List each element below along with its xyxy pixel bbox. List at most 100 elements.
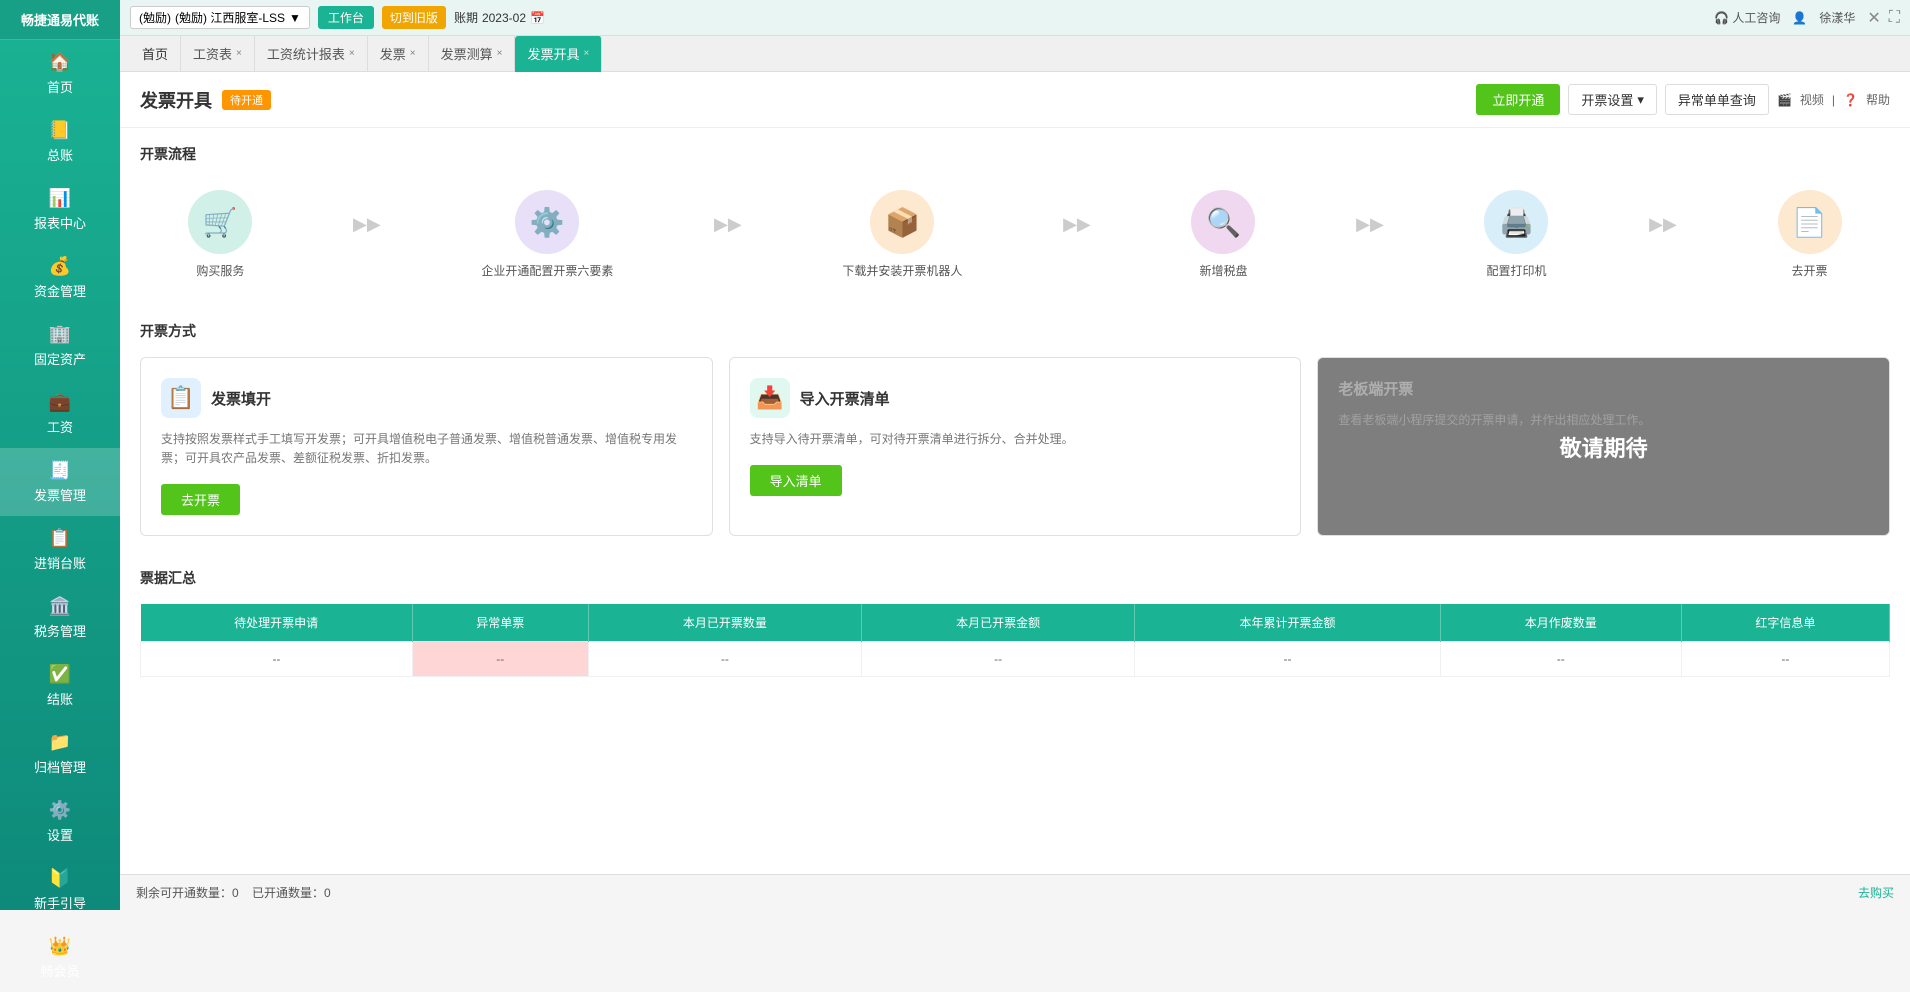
tab-invoice-calc[interactable]: 发票测算 × bbox=[429, 36, 516, 72]
topbar-right: 🎧 人工咨询 👤 徐漾华 ✕ ⛶ bbox=[1714, 8, 1900, 28]
flow-step-config[interactable]: ⚙️ 企业开通配置开票六要素 bbox=[481, 190, 613, 279]
sidebar-item-tax[interactable]: 🏛️ 税务管理 bbox=[0, 584, 120, 652]
sidebar-item-settings-label: 设置 bbox=[47, 825, 73, 844]
tab-salary-close[interactable]: × bbox=[236, 48, 242, 59]
company-selector[interactable]: (勉励) (勉励) 江西服室-LSS ▼ bbox=[130, 6, 310, 29]
methods-section: 开票方式 📋 发票填开 支持按照发票样式手工填写开发票；可开具增值税电子普通发票… bbox=[120, 305, 1910, 552]
flow-step-download[interactable]: 📦 下载并安装开票机器人 bbox=[842, 190, 962, 279]
cell-pending: -- bbox=[141, 642, 413, 677]
cell-month-count: -- bbox=[588, 642, 861, 677]
tab-invoice-calc-close[interactable]: × bbox=[497, 48, 503, 59]
maximize-icon[interactable]: ⛶ bbox=[1889, 9, 1900, 27]
guide-icon: 🔰 bbox=[49, 868, 71, 889]
video-icon: 🎬 bbox=[1777, 93, 1792, 107]
flow-step-config-label: 企业开通配置开票六要素 bbox=[481, 262, 613, 279]
support-link[interactable]: 🎧 人工咨询 bbox=[1714, 9, 1780, 26]
version-button[interactable]: 切到旧版 bbox=[382, 6, 446, 29]
tab-invoice-issue[interactable]: 发票开具 × bbox=[515, 36, 602, 72]
manual-issue-button[interactable]: 去开票 bbox=[161, 484, 240, 515]
flow-step-printer-icon: 🖨️ bbox=[1484, 190, 1548, 254]
sidebar-item-purchase[interactable]: 📋 进销台账 bbox=[0, 516, 120, 584]
flow-step-buy[interactable]: 🛒 购买服务 bbox=[188, 190, 252, 279]
methods-title: 开票方式 bbox=[140, 321, 1890, 341]
settings-button[interactable]: 开票设置 ▾ bbox=[1568, 84, 1657, 115]
summary-table: 待处理开票申请 异常单票 本月已开票数量 本月已开票金额 本年累计开票金额 本月… bbox=[140, 604, 1890, 677]
sidebar-item-guide[interactable]: 🔰 新手引导 bbox=[0, 856, 120, 924]
flow-step-printer-label: 配置打印机 bbox=[1486, 262, 1546, 279]
sidebar-item-salary-label: 工资 bbox=[47, 417, 73, 436]
sidebar-item-salary[interactable]: 💼 工资 bbox=[0, 380, 120, 448]
sidebar-item-invoice[interactable]: 🧾 发票管理 bbox=[0, 448, 120, 516]
method-card-manual[interactable]: 📋 发票填开 支持按照发票样式手工填写开发票；可开具增值税电子普通发票、增值税普… bbox=[140, 357, 713, 536]
tab-invoice[interactable]: 发票 × bbox=[368, 36, 429, 72]
flow-steps: 🛒 购买服务 ▶▶ ⚙️ 企业开通配置开票六要素 ▶▶ 📦 下载并安装开票机器人… bbox=[140, 180, 1890, 289]
open-now-button[interactable]: 立即开通 bbox=[1476, 84, 1560, 115]
import-list-button[interactable]: 导入清单 bbox=[750, 465, 842, 496]
cell-year-amount: -- bbox=[1135, 642, 1441, 677]
sidebar-item-reports[interactable]: 📊 报表中心 bbox=[0, 176, 120, 244]
sidebar-item-assets[interactable]: 🏢 固定资产 bbox=[0, 312, 120, 380]
method-card-boss: 老板端开票 查看老板端小程序提交的开票申请，并作出相应处理工作。 敬请期待 bbox=[1317, 357, 1890, 536]
flow-arrow-2: ▶▶ bbox=[714, 214, 742, 255]
abnormal-query-button[interactable]: 异常单单查询 bbox=[1665, 84, 1769, 115]
tab-home[interactable]: 首页 bbox=[130, 36, 181, 72]
sidebar-item-guide-label: 新手引导 bbox=[34, 893, 86, 912]
workspace-button[interactable]: 工作台 bbox=[318, 6, 374, 29]
overlay-text: 敬请期待 bbox=[1560, 431, 1648, 463]
window-controls: ✕ ⛶ bbox=[1867, 8, 1900, 28]
headset-icon: 🎧 bbox=[1714, 11, 1729, 25]
col-month-count: 本月已开票数量 bbox=[588, 604, 861, 642]
dropdown-icon: ▼ bbox=[289, 11, 301, 25]
sidebar-item-vip[interactable]: 👑 畅会员 bbox=[0, 924, 120, 992]
page-content: 发票开具 待开通 立即开通 开票设置 ▾ 异常单单查询 🎬 视频 | ❓ 帮助 bbox=[120, 72, 1910, 874]
method-import-header: 📥 导入开票清单 bbox=[750, 378, 1281, 418]
sidebar-item-archive[interactable]: 📁 归档管理 bbox=[0, 720, 120, 788]
archive-icon: 📁 bbox=[49, 732, 71, 753]
cell-void-count: -- bbox=[1440, 642, 1681, 677]
tab-salary[interactable]: 工资表 × bbox=[181, 36, 255, 72]
sidebar-item-settings[interactable]: ⚙️ 设置 bbox=[0, 788, 120, 856]
flow-step-config-icon: ⚙️ bbox=[515, 190, 579, 254]
flow-arrow-4: ▶▶ bbox=[1356, 214, 1384, 255]
period-display: 账期 2023-02 📅 bbox=[454, 9, 545, 26]
sidebar-item-invoice-label: 发票管理 bbox=[34, 485, 86, 504]
flow-arrow-1: ▶▶ bbox=[353, 214, 381, 255]
flow-step-taxdisk[interactable]: 🔍 新增税盘 bbox=[1191, 190, 1255, 279]
flow-step-printer[interactable]: 🖨️ 配置打印机 bbox=[1484, 190, 1548, 279]
tab-salary-report-close[interactable]: × bbox=[349, 48, 355, 59]
flow-step-issue[interactable]: 📄 去开票 bbox=[1778, 190, 1842, 279]
sidebar-item-assets-label: 固定资产 bbox=[34, 349, 86, 368]
close-icon[interactable]: ✕ bbox=[1867, 8, 1880, 28]
buy-link[interactable]: 去购买 bbox=[1858, 884, 1894, 901]
tab-invoice-close[interactable]: × bbox=[410, 48, 416, 59]
method-card-import[interactable]: 📥 导入开票清单 支持导入待开票清单，可对待开票清单进行拆分、合并处理。 导入清… bbox=[729, 357, 1302, 536]
help-icon: ❓ bbox=[1843, 93, 1858, 107]
boss-overlay: 敬请期待 bbox=[1318, 358, 1889, 535]
methods-grid: 📋 发票填开 支持按照发票样式手工填写开发票；可开具增值税电子普通发票、增值税普… bbox=[140, 357, 1890, 536]
summary-header-row: 待处理开票申请 异常单票 本月已开票数量 本月已开票金额 本年累计开票金额 本月… bbox=[141, 604, 1890, 642]
home-icon: 🏠 bbox=[49, 52, 71, 73]
chevron-down-icon: ▾ bbox=[1637, 92, 1644, 108]
app-logo: 畅捷通易代账 bbox=[0, 0, 120, 40]
method-manual-desc: 支持按照发票样式手工填写开发票；可开具增值税电子普通发票、增值税普通发票、增值税… bbox=[161, 430, 692, 468]
tab-invoice-issue-close[interactable]: × bbox=[583, 48, 589, 59]
tab-salary-label: 工资表 bbox=[193, 44, 232, 63]
sidebar-item-funds-label: 资金管理 bbox=[34, 281, 86, 300]
tax-icon: 🏛️ bbox=[49, 596, 71, 617]
sidebar-item-home[interactable]: 🏠 首页 bbox=[0, 40, 120, 108]
tab-home-label: 首页 bbox=[142, 44, 168, 63]
page-title-area: 发票开具 待开通 bbox=[140, 87, 271, 113]
flow-title: 开票流程 bbox=[140, 144, 1890, 164]
cell-red-info: -- bbox=[1681, 642, 1889, 677]
sidebar-item-tax-label: 税务管理 bbox=[34, 621, 86, 640]
tab-salary-report[interactable]: 工资统计报表 × bbox=[255, 36, 368, 72]
status-badge: 待开通 bbox=[222, 90, 271, 110]
sidebar-item-purchase-label: 进销台账 bbox=[34, 553, 86, 572]
help-area: 🎬 视频 | ❓ 帮助 bbox=[1777, 91, 1890, 108]
sidebar-item-settlement[interactable]: ✅ 结账 bbox=[0, 652, 120, 720]
sidebar-item-funds[interactable]: 💰 资金管理 bbox=[0, 244, 120, 312]
sidebar-item-ledger-label: 总账 bbox=[47, 145, 73, 164]
opened-text: 已开通数量：0 bbox=[252, 886, 331, 900]
sidebar-item-ledger[interactable]: 📒 总账 bbox=[0, 108, 120, 176]
flow-step-buy-icon: 🛒 bbox=[188, 190, 252, 254]
